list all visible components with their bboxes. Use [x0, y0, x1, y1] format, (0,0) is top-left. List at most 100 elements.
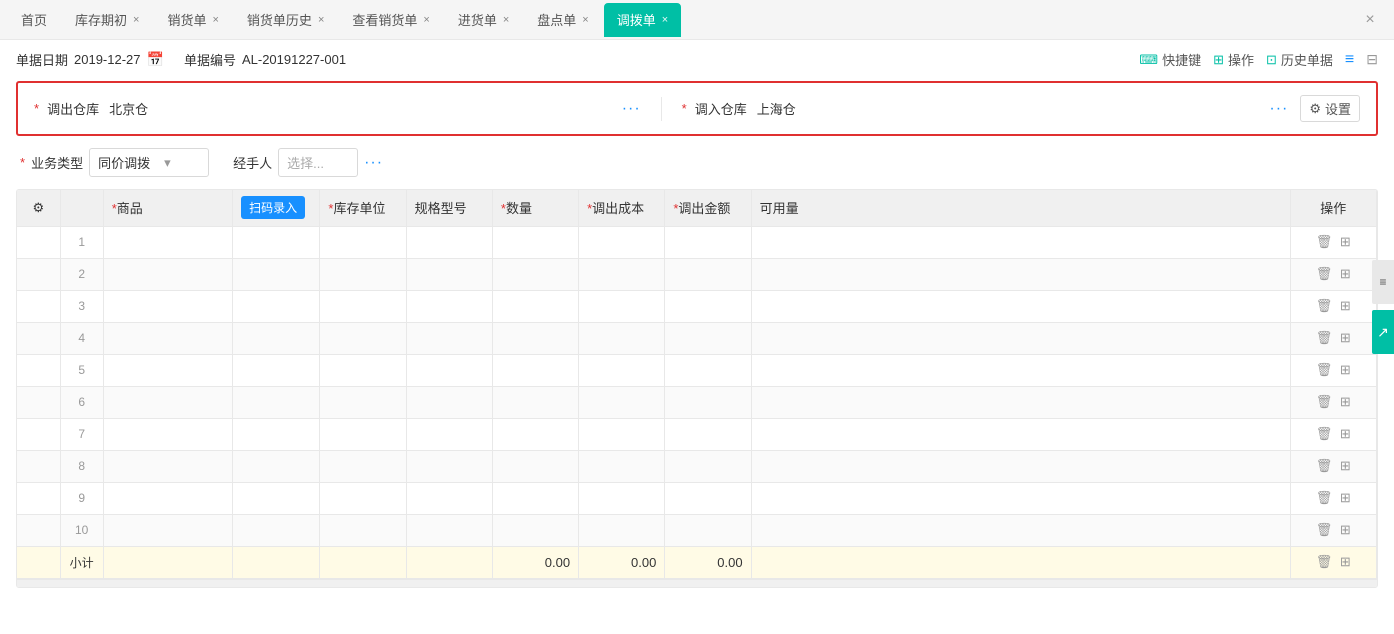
row-unit-cell[interactable] — [320, 386, 406, 418]
row-product-cell[interactable] — [103, 482, 232, 514]
copy-icon[interactable]: ⊞ — [1340, 330, 1351, 345]
tab-sales-history-close[interactable]: × — [318, 14, 324, 26]
row-amount-cell[interactable] — [665, 258, 751, 290]
row-unit-cell[interactable] — [320, 354, 406, 386]
row-product-cell[interactable] — [103, 450, 232, 482]
tab-inventory-check-close[interactable]: × — [582, 14, 588, 26]
delete-icon[interactable]: 🗑 — [1316, 330, 1333, 345]
row-spec-cell[interactable] — [406, 354, 492, 386]
tab-view-sales[interactable]: 查看销货单 × — [339, 3, 442, 37]
tab-purchase-close[interactable]: × — [503, 14, 509, 26]
copy-icon[interactable]: ⊞ — [1340, 522, 1351, 537]
delete-icon[interactable]: 🗑 — [1316, 266, 1333, 281]
row-unit-cell[interactable] — [320, 418, 406, 450]
row-product-cell[interactable] — [103, 322, 232, 354]
row-cost-cell[interactable] — [579, 322, 665, 354]
row-qty-cell[interactable] — [492, 418, 578, 450]
copy-icon[interactable]: ⊞ — [1340, 234, 1351, 249]
row-qty-cell[interactable] — [492, 226, 578, 258]
row-unit-cell[interactable] — [320, 226, 406, 258]
tab-inventory-check[interactable]: 盘点单 × — [524, 3, 601, 37]
row-unit-cell[interactable] — [320, 514, 406, 546]
row-spec-cell[interactable] — [406, 514, 492, 546]
row-spec-cell[interactable] — [406, 226, 492, 258]
copy-icon[interactable]: ⊞ — [1340, 298, 1351, 313]
row-amount-cell[interactable] — [665, 290, 751, 322]
delete-icon[interactable]: 🗑 — [1316, 426, 1333, 441]
copy-icon[interactable]: ⊞ — [1340, 490, 1351, 505]
row-spec-cell[interactable] — [406, 258, 492, 290]
delete-icon[interactable]: 🗑 — [1316, 490, 1333, 505]
calendar-icon[interactable]: 📅 — [147, 51, 164, 68]
warehouse-settings-button[interactable]: ⚙ 设置 — [1300, 95, 1360, 122]
delete-icon[interactable]: 🗑 — [1316, 298, 1333, 313]
window-close-button[interactable]: × — [1354, 4, 1386, 36]
row-unit-cell[interactable] — [320, 450, 406, 482]
row-spec-cell[interactable] — [406, 450, 492, 482]
col-gear[interactable]: ⚙ — [17, 190, 60, 226]
copy-icon[interactable]: ⊞ — [1340, 426, 1351, 441]
row-spec-cell[interactable] — [406, 290, 492, 322]
row-qty-cell[interactable] — [492, 514, 578, 546]
row-product-cell[interactable] — [103, 354, 232, 386]
tab-view-sales-close[interactable]: × — [423, 14, 429, 26]
tab-transfer[interactable]: 调拨单 × — [604, 3, 681, 37]
out-warehouse-more-button[interactable]: ··· — [622, 100, 641, 118]
tab-sales-order-close[interactable]: × — [212, 14, 218, 26]
business-type-select[interactable]: 同价调拨 ▾ — [89, 148, 209, 177]
right-sidebar-notes-button[interactable]: ≡ — [1372, 260, 1394, 304]
delete-icon[interactable]: 🗑 — [1316, 458, 1333, 473]
in-warehouse-more-button[interactable]: ··· — [1269, 100, 1288, 118]
copy-icon[interactable]: ⊞ — [1340, 362, 1351, 377]
row-qty-cell[interactable] — [492, 258, 578, 290]
operations-button[interactable]: ⊞ 操作 — [1213, 50, 1254, 69]
row-cost-cell[interactable] — [579, 226, 665, 258]
row-amount-cell[interactable] — [665, 418, 751, 450]
row-amount-cell[interactable] — [665, 354, 751, 386]
grid-view-button[interactable]: ⊟ — [1366, 51, 1378, 68]
row-amount-cell[interactable] — [665, 386, 751, 418]
tab-purchase[interactable]: 进货单 × — [445, 3, 522, 37]
row-product-cell[interactable] — [103, 290, 232, 322]
delete-icon[interactable]: 🗑 — [1316, 234, 1333, 249]
tab-sales-order[interactable]: 销货单 × — [154, 3, 231, 37]
tab-inventory-init-close[interactable]: × — [133, 14, 139, 26]
tab-inventory-init[interactable]: 库存期初 × — [62, 3, 152, 37]
shortcut-button[interactable]: ⌨ 快捷键 — [1139, 50, 1201, 69]
handler-input[interactable]: 选择... — [278, 148, 358, 177]
copy-icon[interactable]: ⊞ — [1340, 554, 1351, 569]
row-cost-cell[interactable] — [579, 450, 665, 482]
row-qty-cell[interactable] — [492, 482, 578, 514]
scan-entry-button[interactable]: 扫码录入 — [241, 196, 305, 219]
row-qty-cell[interactable] — [492, 386, 578, 418]
row-product-cell[interactable] — [103, 258, 232, 290]
row-cost-cell[interactable] — [579, 354, 665, 386]
copy-icon[interactable]: ⊞ — [1340, 266, 1351, 281]
delete-icon[interactable]: 🗑 — [1316, 362, 1333, 377]
row-unit-cell[interactable] — [320, 258, 406, 290]
row-cost-cell[interactable] — [579, 386, 665, 418]
row-product-cell[interactable] — [103, 386, 232, 418]
handler-more-button[interactable]: ··· — [364, 154, 383, 172]
row-qty-cell[interactable] — [492, 322, 578, 354]
row-unit-cell[interactable] — [320, 290, 406, 322]
row-spec-cell[interactable] — [406, 418, 492, 450]
copy-icon[interactable]: ⊞ — [1340, 394, 1351, 409]
row-product-cell[interactable] — [103, 226, 232, 258]
list-view-button[interactable]: ≡ — [1345, 51, 1354, 69]
delete-icon[interactable]: 🗑 — [1316, 522, 1333, 537]
row-spec-cell[interactable] — [406, 386, 492, 418]
delete-icon[interactable]: 🗑 — [1316, 394, 1333, 409]
row-unit-cell[interactable] — [320, 482, 406, 514]
row-amount-cell[interactable] — [665, 226, 751, 258]
row-qty-cell[interactable] — [492, 450, 578, 482]
tab-home[interactable]: 首页 — [8, 3, 60, 37]
tab-sales-history[interactable]: 销货单历史 × — [234, 3, 337, 37]
row-product-cell[interactable] — [103, 418, 232, 450]
row-amount-cell[interactable] — [665, 482, 751, 514]
right-sidebar-expand-button[interactable]: ↗ — [1372, 310, 1394, 354]
row-amount-cell[interactable] — [665, 322, 751, 354]
row-product-cell[interactable] — [103, 514, 232, 546]
row-cost-cell[interactable] — [579, 514, 665, 546]
history-button[interactable]: ⊡ 历史单据 — [1266, 50, 1333, 69]
